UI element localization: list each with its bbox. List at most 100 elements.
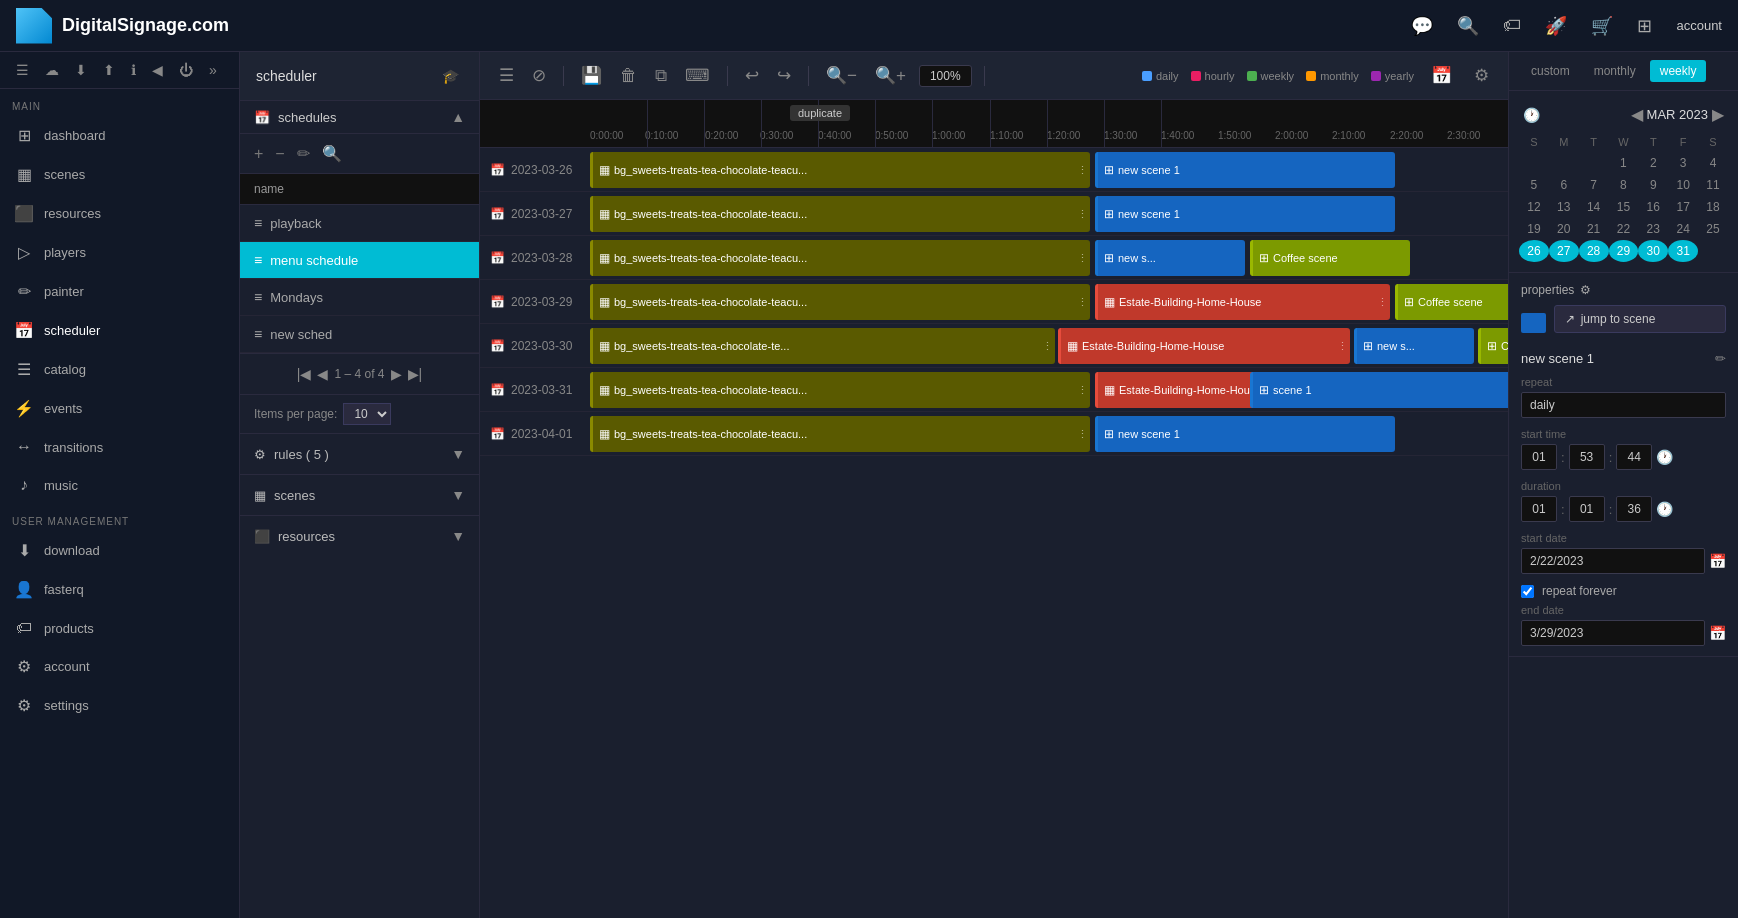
cal-day[interactable]: 8 — [1609, 174, 1639, 196]
start-date-input[interactable] — [1521, 548, 1705, 574]
zoom-out-btn[interactable]: 🔍− — [821, 62, 862, 89]
scenes-collapse-btn[interactable]: ▼ — [451, 487, 465, 503]
sidebar-item-fasterq[interactable]: 👤 fasterq — [0, 570, 239, 609]
dur-ss[interactable] — [1616, 496, 1652, 522]
prev-page-btn[interactable]: ◀ — [317, 366, 328, 382]
first-page-btn[interactable]: |◀ — [297, 366, 312, 382]
cal-day[interactable]: 23 — [1638, 218, 1668, 240]
sidebar-item-events[interactable]: ⚡ events — [0, 389, 239, 428]
block-2-2[interactable]: ⊞ new scene 1 — [1095, 196, 1395, 232]
cal-day[interactable]: 22 — [1609, 218, 1639, 240]
block-7-2[interactable]: ⊞ new scene 1 — [1095, 416, 1395, 452]
sidebar-item-scenes[interactable]: ▦ scenes — [0, 155, 239, 194]
block-3-2[interactable]: ⊞ new s... — [1095, 240, 1245, 276]
cal-day[interactable]: 12 — [1519, 196, 1549, 218]
handle-7-1[interactable]: ⋮ — [1077, 428, 1088, 441]
schedules-collapse-btn[interactable]: ▲ — [451, 109, 465, 125]
search-schedule-btn[interactable]: 🔍 — [322, 144, 342, 163]
rules-section-header[interactable]: ⚙ rules ( 5 ) ▼ — [240, 434, 479, 474]
sidebar-item-products[interactable]: 🏷 products — [0, 609, 239, 647]
trash-btn[interactable]: 🗑 — [615, 63, 642, 89]
sidebar-item-players[interactable]: ▷ players — [0, 233, 239, 272]
cal-day[interactable]: 15 — [1609, 196, 1639, 218]
items-per-page-select[interactable]: 10 25 50 — [343, 403, 391, 425]
cal-day[interactable]: 21 — [1579, 218, 1609, 240]
dur-mm[interactable] — [1569, 496, 1605, 522]
sidebar-tool-8[interactable]: » — [205, 60, 221, 80]
list-view-btn[interactable]: ☰ — [494, 62, 519, 89]
tab-weekly[interactable]: weekly — [1650, 60, 1707, 82]
cal-day-highlighted[interactable]: 29 — [1609, 240, 1639, 262]
calendar-view-btn[interactable]: 📅 — [1426, 62, 1457, 89]
block-4-1[interactable]: ▦ bg_sweets-treats-tea-chocolate-teacu..… — [590, 284, 1090, 320]
rules-collapse-btn[interactable]: ▼ — [451, 446, 465, 462]
block-2-1[interactable]: ▦ bg_sweets-treats-tea-chocolate-teacu..… — [590, 196, 1090, 232]
block-4-3[interactable]: ⊞ Coffee scene — [1395, 284, 1508, 320]
last-page-btn[interactable]: ▶| — [408, 366, 423, 382]
handle-3-1[interactable]: ⋮ — [1077, 252, 1088, 265]
block-6-3[interactable]: ⊞ scene 1 — [1250, 372, 1508, 408]
grid-icon[interactable]: ⊞ — [1637, 15, 1652, 37]
settings-view-btn[interactable]: ⚙ — [1469, 62, 1494, 89]
cal-day[interactable]: 16 — [1638, 196, 1668, 218]
sidebar-item-dashboard[interactable]: ⊞ dashboard — [0, 116, 239, 155]
sidebar-item-resources[interactable]: ⬛ resources — [0, 194, 239, 233]
sidebar-item-painter[interactable]: ✏ painter — [0, 272, 239, 311]
cal-day[interactable]: 1 — [1609, 152, 1639, 174]
search-icon[interactable]: 🔍 — [1457, 15, 1479, 37]
start-hh[interactable] — [1521, 444, 1557, 470]
scenes-section-header[interactable]: ▦ scenes ▼ — [240, 475, 479, 515]
handle-2-1[interactable]: ⋮ — [1077, 208, 1088, 221]
cal-day[interactable]: 18 — [1698, 196, 1728, 218]
resources-section-header[interactable]: ⬛ resources ▼ — [240, 516, 479, 556]
cal-day[interactable]: 2 — [1638, 152, 1668, 174]
sidebar-tool-2[interactable]: ☁ — [41, 60, 63, 80]
cal-day[interactable]: 17 — [1668, 196, 1698, 218]
copy-btn[interactable]: ⧉ — [650, 63, 672, 89]
block-1-2[interactable]: ⊞ new scene 1 — [1095, 152, 1395, 188]
start-date-cal-btn[interactable]: 📅 — [1709, 553, 1726, 569]
schedule-item-menu[interactable]: ≡ menu schedule — [240, 242, 479, 279]
block-6-1[interactable]: ▦ bg_sweets-treats-tea-chocolate-teacu..… — [590, 372, 1090, 408]
schedule-item-mondays[interactable]: ≡ Mondays — [240, 279, 479, 316]
sidebar-item-transitions[interactable]: ↔ transitions — [0, 428, 239, 466]
cal-day[interactable]: 7 — [1579, 174, 1609, 196]
keyboard-btn[interactable]: ⌨ — [680, 62, 715, 89]
remove-schedule-btn[interactable]: − — [275, 145, 284, 163]
sidebar-item-music[interactable]: ♪ music — [0, 466, 239, 504]
clock-icon[interactable]: 🕐 — [1523, 107, 1540, 123]
cal-day[interactable] — [1519, 152, 1549, 174]
sidebar-tool-5[interactable]: ℹ — [127, 60, 140, 80]
tag-icon[interactable]: 🏷 — [1503, 15, 1521, 36]
block-7-1[interactable]: ▦ bg_sweets-treats-tea-chocolate-teacu..… — [590, 416, 1090, 452]
end-date-cal-btn[interactable]: 📅 — [1709, 625, 1726, 641]
cal-day[interactable] — [1549, 152, 1579, 174]
block-5-3[interactable]: ⊞ new s... — [1354, 328, 1474, 364]
cal-day[interactable]: 5 — [1519, 174, 1549, 196]
handle-1-1[interactable]: ⋮ — [1077, 164, 1088, 177]
start-ss[interactable] — [1616, 444, 1652, 470]
ban-btn[interactable]: ⊘ — [527, 62, 551, 89]
schedule-item-newsched[interactable]: ≡ new sched — [240, 316, 479, 353]
cart-icon[interactable]: 🛒 — [1591, 15, 1613, 37]
undo-btn[interactable]: ↩ — [740, 62, 764, 89]
edit-schedule-btn[interactable]: ✏ — [297, 144, 310, 163]
cal-day[interactable]: 9 — [1638, 174, 1668, 196]
cal-day[interactable]: 19 — [1519, 218, 1549, 240]
block-1-1[interactable]: ▦ bg_sweets-treats-tea-chocolate-teacu..… — [590, 152, 1090, 188]
cal-day-highlighted[interactable]: 28 — [1579, 240, 1609, 262]
sidebar-item-catalog[interactable]: ☰ catalog — [0, 350, 239, 389]
sidebar-tool-1[interactable]: ☰ — [12, 60, 33, 80]
jump-to-scene-btn[interactable]: ↗ jump to scene — [1554, 305, 1726, 333]
cal-day-highlighted[interactable]: 27 — [1549, 240, 1579, 262]
cal-day[interactable]: 25 — [1698, 218, 1728, 240]
next-page-btn[interactable]: ▶ — [391, 366, 402, 382]
account-button[interactable]: account — [1676, 18, 1722, 33]
block-5-1[interactable]: ▦ bg_sweets-treats-tea-chocolate-te... ⋮ — [590, 328, 1055, 364]
block-4-2[interactable]: ▦ Estate-Building-Home-House ⋮ — [1095, 284, 1390, 320]
dur-hh[interactable] — [1521, 496, 1557, 522]
cal-day[interactable]: 4 — [1698, 152, 1728, 174]
repeat-input[interactable] — [1521, 392, 1726, 418]
cal-day-highlighted[interactable]: 26 — [1519, 240, 1549, 262]
cal-day[interactable] — [1579, 152, 1609, 174]
